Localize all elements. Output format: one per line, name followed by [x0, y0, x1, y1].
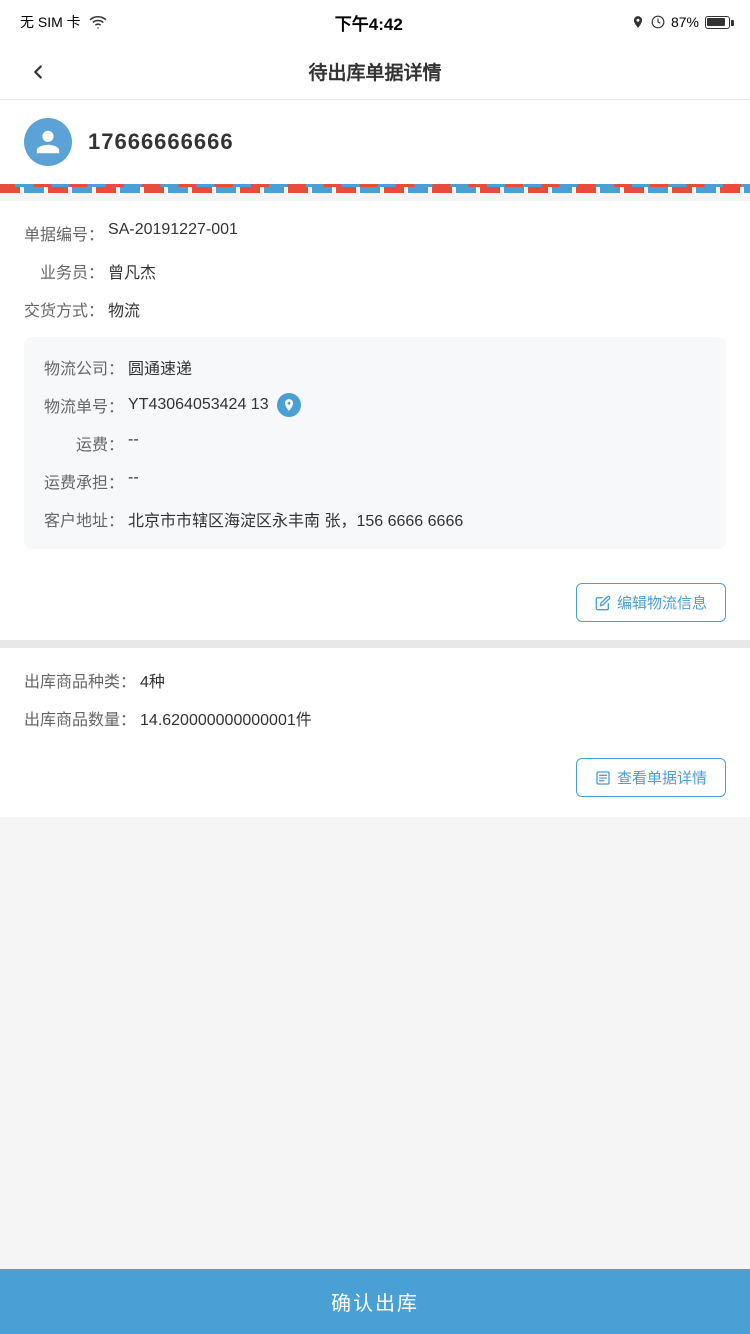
goods-quantity-value: 14.620000000000001件: [140, 706, 312, 730]
view-detail-button-wrap: 查看单据详情: [0, 750, 750, 817]
tracking-number-row: 物流单号： YT43064053424 13: [44, 393, 706, 417]
freight-bearer-row: 运费承担： --: [44, 469, 706, 493]
view-detail-label: 查看单据详情: [617, 767, 707, 788]
doc-number-label: 单据编号：: [24, 221, 104, 245]
freight-value: --: [128, 431, 706, 449]
freight-label: 运费：: [44, 431, 124, 455]
battery-text: 87%: [671, 14, 699, 30]
confirm-bar[interactable]: 确认出库: [0, 1269, 750, 1334]
user-phone: 17666666666: [88, 129, 234, 155]
carrier-text: 无 SIM 卡: [20, 12, 81, 32]
delivery-method-row: 交货方式： 物流: [24, 297, 726, 321]
delivery-method-label: 交货方式：: [24, 297, 104, 321]
goods-quantity-row: 出库商品数量： 14.620000000000001件: [24, 706, 726, 730]
freight-bearer-label: 运费承担：: [44, 469, 124, 493]
address-label: 客户地址：: [44, 507, 124, 531]
confirm-button-text: 确认出库: [331, 1293, 419, 1315]
section-divider: [0, 640, 750, 648]
clock-icon: [651, 15, 665, 29]
nav-bar: 待出库单据详情: [0, 44, 750, 100]
edit-logistics-button-wrap: 编辑物流信息: [0, 569, 750, 640]
tracking-location-icon[interactable]: [277, 393, 301, 417]
wifi-icon: [89, 13, 107, 31]
location-service-icon: [631, 15, 645, 29]
battery-indicator: [705, 16, 730, 29]
goods-quantity-label: 出库商品数量：: [24, 706, 136, 730]
freight-bearer-value: --: [128, 469, 706, 487]
logistics-company-label: 物流公司：: [44, 355, 124, 379]
status-bar: 无 SIM 卡 下午4:42 87%: [0, 0, 750, 44]
edit-logistics-label: 编辑物流信息: [617, 592, 707, 613]
salesperson-label: 业务员：: [24, 259, 104, 283]
page-title: 待出库单据详情: [308, 58, 441, 85]
goods-type-value: 4种: [140, 668, 165, 692]
dashed-divider: [0, 187, 750, 193]
document-info-section: 单据编号： SA-20191227-001 业务员： 曾凡杰 交货方式： 物流 …: [0, 201, 750, 569]
status-right: 87%: [631, 14, 730, 30]
salesperson-value: 曾凡杰: [108, 259, 726, 283]
avatar: [24, 118, 72, 166]
address-row: 客户地址： 北京市市辖区海淀区永丰南 张，156 6666 6666: [44, 507, 706, 531]
back-button[interactable]: [20, 54, 56, 90]
logistics-company-value: 圆通速递: [128, 355, 706, 379]
view-detail-button[interactable]: 查看单据详情: [576, 758, 726, 797]
doc-number-row: 单据编号： SA-20191227-001: [24, 221, 726, 245]
status-time: 下午4:42: [335, 10, 403, 35]
goods-type-row: 出库商品种类： 4种: [24, 668, 726, 692]
logistics-box: 物流公司： 圆通速递 物流单号： YT43064053424 13 运费： --…: [24, 337, 726, 549]
bottom-spacer: [0, 817, 750, 977]
edit-logistics-button[interactable]: 编辑物流信息: [576, 583, 726, 622]
user-header: 17666666666: [0, 100, 750, 187]
address-value: 北京市市辖区海淀区永丰南 张，156 6666 6666: [128, 507, 706, 531]
tracking-value: YT43064053424 13: [128, 393, 706, 417]
goods-section: 出库商品种类： 4种 出库商品数量： 14.620000000000001件: [0, 648, 750, 750]
status-left: 无 SIM 卡: [20, 12, 107, 32]
doc-number-value: SA-20191227-001: [108, 221, 726, 239]
tracking-label: 物流单号：: [44, 393, 124, 417]
freight-row: 运费： --: [44, 431, 706, 455]
logistics-company-row: 物流公司： 圆通速递: [44, 355, 706, 379]
goods-type-label: 出库商品种类：: [24, 668, 136, 692]
salesperson-row: 业务员： 曾凡杰: [24, 259, 726, 283]
delivery-method-value: 物流: [108, 297, 726, 321]
